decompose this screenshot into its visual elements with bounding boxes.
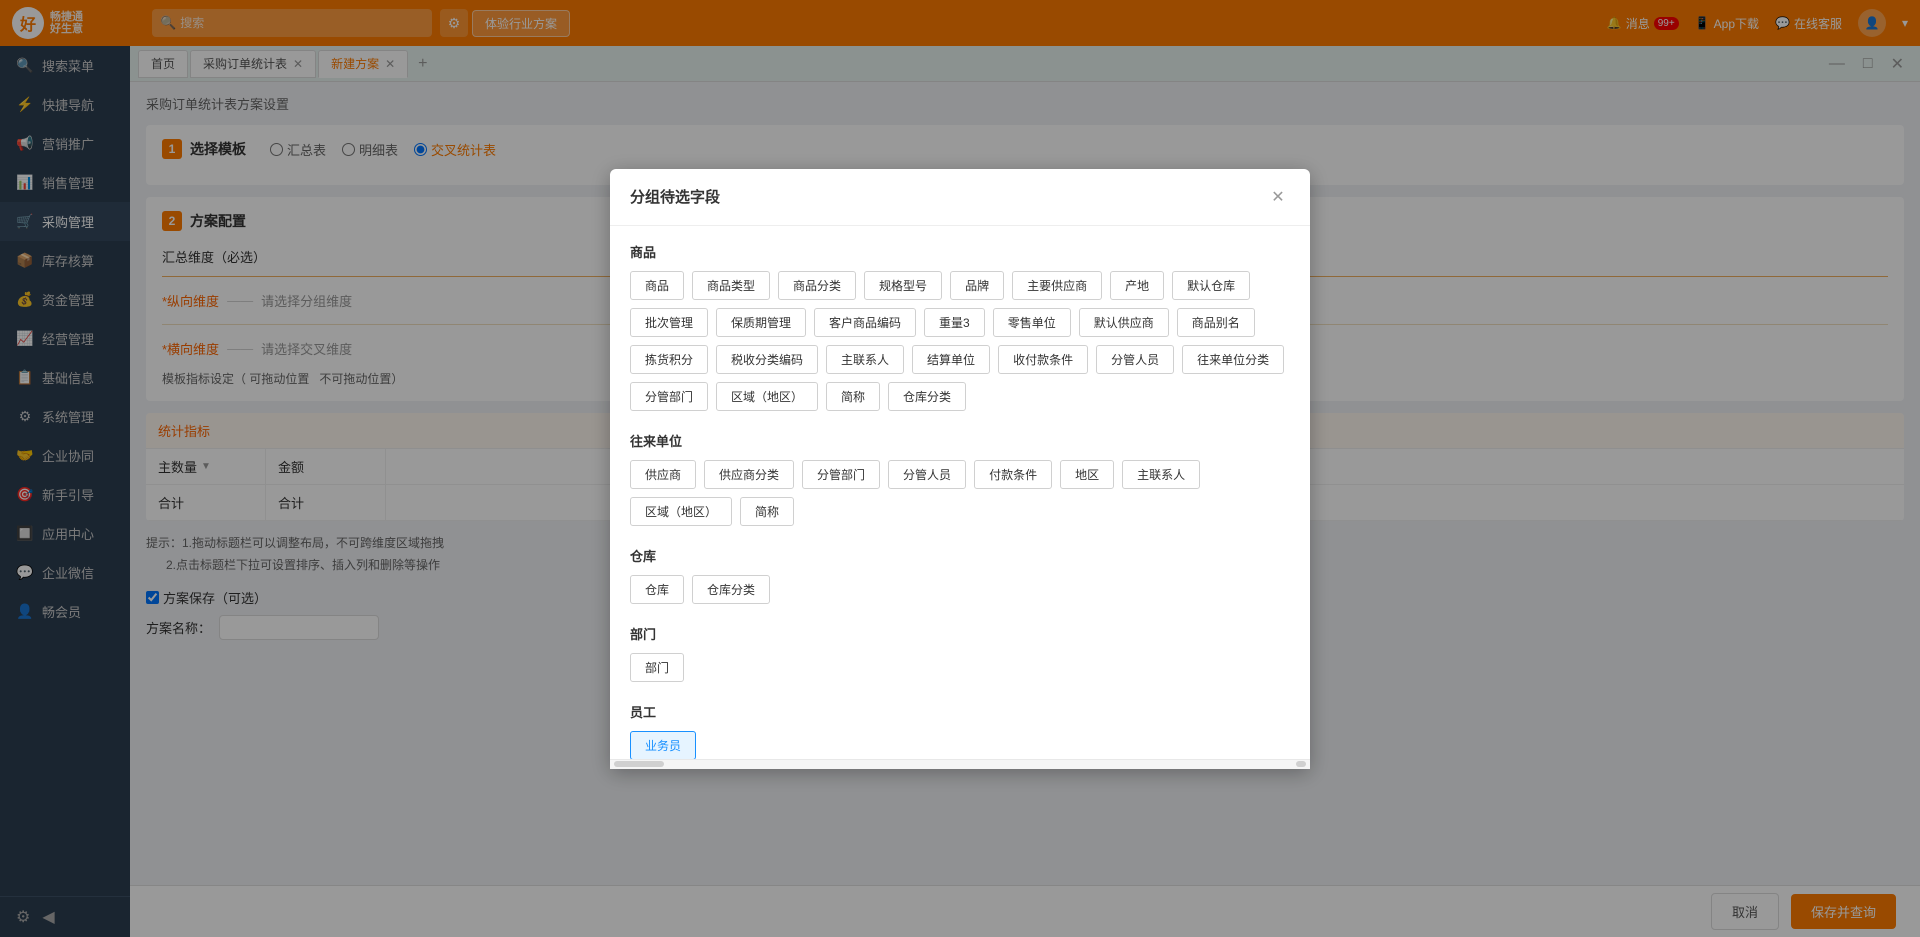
field-tag-product-category[interactable]: 商品分类	[778, 271, 856, 300]
field-tag-weight[interactable]: 重量3	[924, 308, 985, 337]
field-tag-spec-model[interactable]: 规格型号	[864, 271, 942, 300]
field-tag-alias[interactable]: 商品别名	[1177, 308, 1255, 337]
field-tag-main-supplier[interactable]: 主要供应商	[1012, 271, 1102, 300]
field-tag-shelf-life[interactable]: 保质期管理	[716, 308, 806, 337]
modal-h-scrollbar-thumb	[614, 761, 664, 767]
partner-section: 往来单位 供应商 供应商分类 分管部门 分管人员 付款条件 地区 主联系人 区域…	[630, 431, 1290, 526]
modal-h-scrollbar-right	[1296, 761, 1306, 767]
field-tag-partner-dept[interactable]: 分管部门	[802, 460, 880, 489]
modal-dialog: 分组待选字段 ✕ 商品 商品 商品类型 商品分类 规格型号 品牌 主要供应商 产…	[610, 169, 1310, 769]
field-tag-region[interactable]: 区域（地区）	[716, 382, 818, 411]
field-tag-dept[interactable]: 分管部门	[630, 382, 708, 411]
modal-overlay: 分组待选字段 ✕ 商品 商品 商品类型 商品分类 规格型号 品牌 主要供应商 产…	[0, 0, 1920, 937]
field-tag-settlement-unit[interactable]: 结算单位	[912, 345, 990, 374]
modal-body: 商品 商品 商品类型 商品分类 规格型号 品牌 主要供应商 产地 默认仓库 批次…	[610, 226, 1310, 760]
warehouse-section: 仓库 仓库 仓库分类	[630, 546, 1290, 604]
field-tag-district[interactable]: 地区	[1060, 460, 1114, 489]
dept-section: 部门 部门	[630, 624, 1290, 682]
field-tag-tax-code[interactable]: 税收分类编码	[716, 345, 818, 374]
modal-header: 分组待选字段 ✕	[610, 169, 1310, 226]
field-tag-default-warehouse[interactable]: 默认仓库	[1172, 271, 1250, 300]
modal-close-button[interactable]: ✕	[1266, 185, 1290, 209]
product-fields-grid: 商品 商品类型 商品分类 规格型号 品牌 主要供应商 产地 默认仓库 批次管理 …	[630, 271, 1290, 411]
field-tag-warehouse[interactable]: 仓库	[630, 575, 684, 604]
warehouse-fields-grid: 仓库 仓库分类	[630, 575, 1290, 604]
warehouse-section-title: 仓库	[630, 546, 1290, 565]
staff-fields-grid: 业务员	[630, 731, 1290, 760]
field-tag-warehouse-cat2[interactable]: 仓库分类	[692, 575, 770, 604]
field-tag-supervisor[interactable]: 分管人员	[1096, 345, 1174, 374]
dept-section-title: 部门	[630, 624, 1290, 643]
field-tag-warehouse-cat[interactable]: 仓库分类	[888, 382, 966, 411]
product-section-title: 商品	[630, 242, 1290, 261]
field-tag-pay-term[interactable]: 付款条件	[974, 460, 1052, 489]
field-tag-customer-code[interactable]: 客户商品编码	[814, 308, 916, 337]
field-tag-default-supplier[interactable]: 默认供应商	[1079, 308, 1169, 337]
field-tag-short-name2[interactable]: 简称	[740, 497, 794, 526]
field-tag-product[interactable]: 商品	[630, 271, 684, 300]
field-tag-sales-rep[interactable]: 业务员	[630, 731, 696, 760]
dept-fields-grid: 部门	[630, 653, 1290, 682]
field-tag-region2[interactable]: 区域（地区）	[630, 497, 732, 526]
field-tag-brand[interactable]: 品牌	[950, 271, 1004, 300]
field-tag-supplier[interactable]: 供应商	[630, 460, 696, 489]
field-tag-dept2[interactable]: 部门	[630, 653, 684, 682]
field-tag-main-contact2[interactable]: 主联系人	[1122, 460, 1200, 489]
staff-section-title: 员工	[630, 702, 1290, 721]
partner-fields-grid: 供应商 供应商分类 分管部门 分管人员 付款条件 地区 主联系人 区域（地区） …	[630, 460, 1290, 526]
field-tag-pick-points[interactable]: 拣货积分	[630, 345, 708, 374]
partner-section-title: 往来单位	[630, 431, 1290, 450]
field-tag-short-name[interactable]: 简称	[826, 382, 880, 411]
field-tag-product-type[interactable]: 商品类型	[692, 271, 770, 300]
field-tag-supplier-cat[interactable]: 供应商分类	[704, 460, 794, 489]
modal-title: 分组待选字段	[630, 186, 720, 207]
field-tag-batch[interactable]: 批次管理	[630, 308, 708, 337]
field-tag-origin[interactable]: 产地	[1110, 271, 1164, 300]
staff-section: 员工 业务员	[630, 702, 1290, 760]
field-tag-retail-unit[interactable]: 零售单位	[993, 308, 1071, 337]
field-tag-partner-supervisor[interactable]: 分管人员	[888, 460, 966, 489]
field-tag-payment-terms[interactable]: 收付款条件	[998, 345, 1088, 374]
modal-h-scrollbar[interactable]	[610, 759, 1310, 768]
field-tag-main-contact[interactable]: 主联系人	[826, 345, 904, 374]
product-section: 商品 商品 商品类型 商品分类 规格型号 品牌 主要供应商 产地 默认仓库 批次…	[630, 242, 1290, 411]
field-tag-partner-category[interactable]: 往来单位分类	[1182, 345, 1284, 374]
